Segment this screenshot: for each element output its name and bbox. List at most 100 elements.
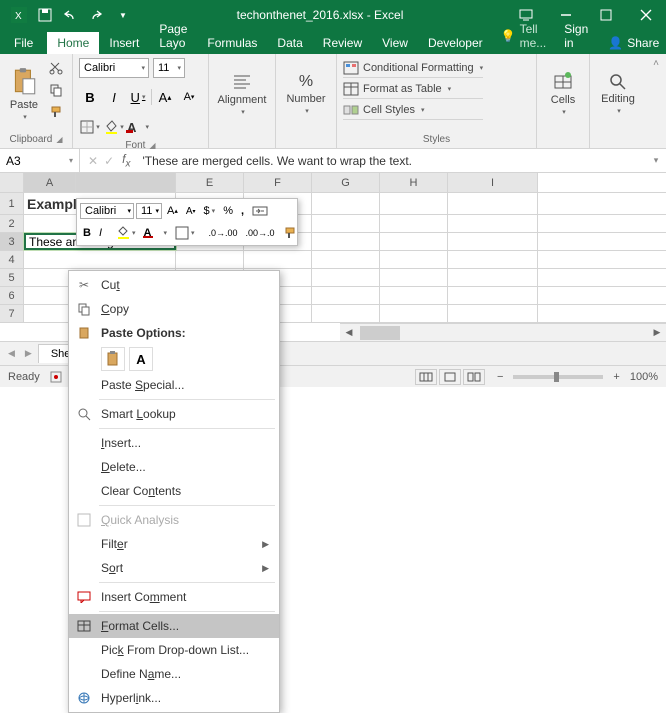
- cm-clear-contents[interactable]: Clear Contents: [69, 479, 279, 503]
- cm-smart-lookup[interactable]: Smart Lookup: [69, 402, 279, 426]
- tell-me[interactable]: 💡Tell me...: [493, 18, 555, 54]
- row-header-5[interactable]: 5: [0, 269, 24, 286]
- mini-font-color[interactable]: A▾: [141, 225, 170, 241]
- paste-option-values[interactable]: A: [129, 347, 153, 371]
- mini-borders[interactable]: ▾: [172, 224, 198, 242]
- editing-button[interactable]: Editing▾: [596, 58, 640, 130]
- horizontal-scrollbar[interactable]: ◀▶: [340, 323, 666, 341]
- alignment-button[interactable]: Alignment▾: [215, 58, 269, 130]
- close-icon[interactable]: [626, 0, 666, 30]
- underline-button[interactable]: U▾: [127, 86, 149, 108]
- cm-filter[interactable]: Filter▶: [69, 532, 279, 556]
- col-header-F[interactable]: F: [244, 173, 312, 192]
- name-box[interactable]: A3▾: [0, 149, 80, 172]
- mini-accounting-format[interactable]: $▾: [201, 203, 219, 219]
- mini-size-combo[interactable]: 11▾: [136, 203, 162, 219]
- zoom-slider[interactable]: [513, 375, 603, 379]
- view-normal-button[interactable]: [415, 369, 437, 385]
- tab-data[interactable]: Data: [267, 32, 312, 54]
- mini-font-combo[interactable]: Calibri▾: [80, 203, 134, 219]
- zoom-level[interactable]: 100%: [630, 371, 658, 383]
- col-header-merged[interactable]: [76, 173, 176, 192]
- col-header-G[interactable]: G: [312, 173, 380, 192]
- tab-view[interactable]: View: [372, 32, 418, 54]
- undo-icon[interactable]: [60, 4, 82, 26]
- cm-pick-list[interactable]: Pick From Drop-down List...: [69, 638, 279, 662]
- tab-file[interactable]: File: [0, 32, 47, 54]
- mini-decrease-decimal[interactable]: .00→.0: [243, 226, 278, 240]
- row-header-7[interactable]: 7: [0, 305, 24, 322]
- select-all-corner[interactable]: [0, 173, 24, 192]
- font-launcher-icon[interactable]: ◢: [149, 141, 155, 150]
- number-button[interactable]: %Number▾: [282, 58, 330, 130]
- mini-increase-decimal[interactable]: .0→.00: [206, 226, 241, 240]
- zoom-control[interactable]: − + 100%: [497, 371, 658, 383]
- macro-record-icon[interactable]: [50, 371, 62, 383]
- format-painter-button[interactable]: [46, 102, 66, 122]
- cm-sort[interactable]: Sort▶: [69, 556, 279, 580]
- mini-increase-font[interactable]: A▴: [164, 203, 181, 219]
- cm-copy[interactable]: Copy: [69, 297, 279, 321]
- row-header-4[interactable]: 4: [0, 251, 24, 268]
- cm-define-name[interactable]: Define Name...: [69, 662, 279, 686]
- redo-icon[interactable]: [86, 4, 108, 26]
- mini-decrease-font[interactable]: A▾: [183, 204, 199, 219]
- cell-styles-button[interactable]: Cell Styles▾: [343, 100, 483, 120]
- paste-option-default[interactable]: [101, 347, 125, 371]
- tab-review[interactable]: Review: [313, 32, 372, 54]
- font-color-button[interactable]: A▾: [127, 116, 149, 138]
- row-header-1[interactable]: 1: [0, 193, 24, 214]
- formula-input[interactable]: 'These are merged cells. We want to wrap…: [136, 154, 646, 168]
- tab-insert[interactable]: Insert: [99, 32, 149, 54]
- cm-insert[interactable]: Insert...: [69, 431, 279, 455]
- paste-button[interactable]: Paste▾: [6, 58, 42, 130]
- cm-cut[interactable]: ✂Cut: [69, 273, 279, 297]
- save-icon[interactable]: [34, 4, 56, 26]
- mini-italic[interactable]: I: [96, 225, 105, 241]
- cm-hyperlink[interactable]: Hyperlink...: [69, 686, 279, 710]
- fill-color-button[interactable]: ▾: [103, 116, 125, 138]
- conditional-formatting-button[interactable]: Conditional Formatting▾: [343, 58, 483, 78]
- row-header-3[interactable]: 3: [0, 233, 24, 250]
- col-header-H[interactable]: H: [380, 173, 448, 192]
- cells-button[interactable]: Cells▾: [543, 58, 583, 130]
- bold-button[interactable]: B: [79, 86, 101, 108]
- cm-insert-comment[interactable]: Insert Comment: [69, 585, 279, 609]
- col-header-I[interactable]: I: [448, 173, 538, 192]
- sheet-nav-prev-icon[interactable]: ◀: [4, 348, 19, 359]
- tab-home[interactable]: Home: [47, 32, 99, 54]
- clipboard-launcher-icon[interactable]: ◢: [56, 135, 62, 144]
- zoom-in-icon[interactable]: +: [613, 371, 619, 383]
- borders-button[interactable]: ▾: [79, 116, 101, 138]
- col-header-A[interactable]: A: [24, 173, 76, 192]
- mini-comma-format[interactable]: ,: [238, 203, 247, 219]
- mini-percent-format[interactable]: %: [220, 203, 236, 219]
- expand-formula-bar-icon[interactable]: ▾: [646, 155, 666, 166]
- tab-developer[interactable]: Developer: [418, 32, 493, 54]
- share-button[interactable]: 👤Share: [598, 32, 666, 54]
- copy-button[interactable]: [46, 80, 66, 100]
- cm-paste-special[interactable]: Paste Special...: [69, 373, 279, 397]
- sheet-nav-next-icon[interactable]: ▶: [21, 348, 36, 359]
- tab-formulas[interactable]: Formulas: [197, 32, 267, 54]
- qat-customize-icon[interactable]: ▼: [112, 4, 134, 26]
- italic-button[interactable]: I: [103, 86, 125, 108]
- collapse-ribbon-icon[interactable]: ˄: [646, 54, 666, 148]
- row-header-6[interactable]: 6: [0, 287, 24, 304]
- increase-font-button[interactable]: A▴: [154, 86, 176, 108]
- fx-icon[interactable]: fx: [122, 152, 136, 169]
- cm-format-cells[interactable]: Format Cells...: [69, 614, 279, 638]
- tab-page-layout[interactable]: Page Layo: [149, 18, 197, 54]
- view-page-layout-button[interactable]: [439, 369, 461, 385]
- format-as-table-button[interactable]: Format as Table▾: [343, 79, 483, 99]
- font-name-combo[interactable]: Calibri▾: [79, 58, 149, 78]
- col-header-E[interactable]: E: [176, 173, 244, 192]
- mini-fill-color[interactable]: ▾: [113, 224, 139, 242]
- mini-bold[interactable]: B: [80, 225, 94, 241]
- font-size-combo[interactable]: 11▾: [153, 58, 185, 78]
- mini-format-painter[interactable]: [280, 224, 300, 242]
- mini-merge-center[interactable]: [249, 202, 271, 220]
- cut-button[interactable]: [46, 58, 66, 78]
- sign-in[interactable]: Sign in: [554, 18, 598, 54]
- cm-delete[interactable]: Delete...: [69, 455, 279, 479]
